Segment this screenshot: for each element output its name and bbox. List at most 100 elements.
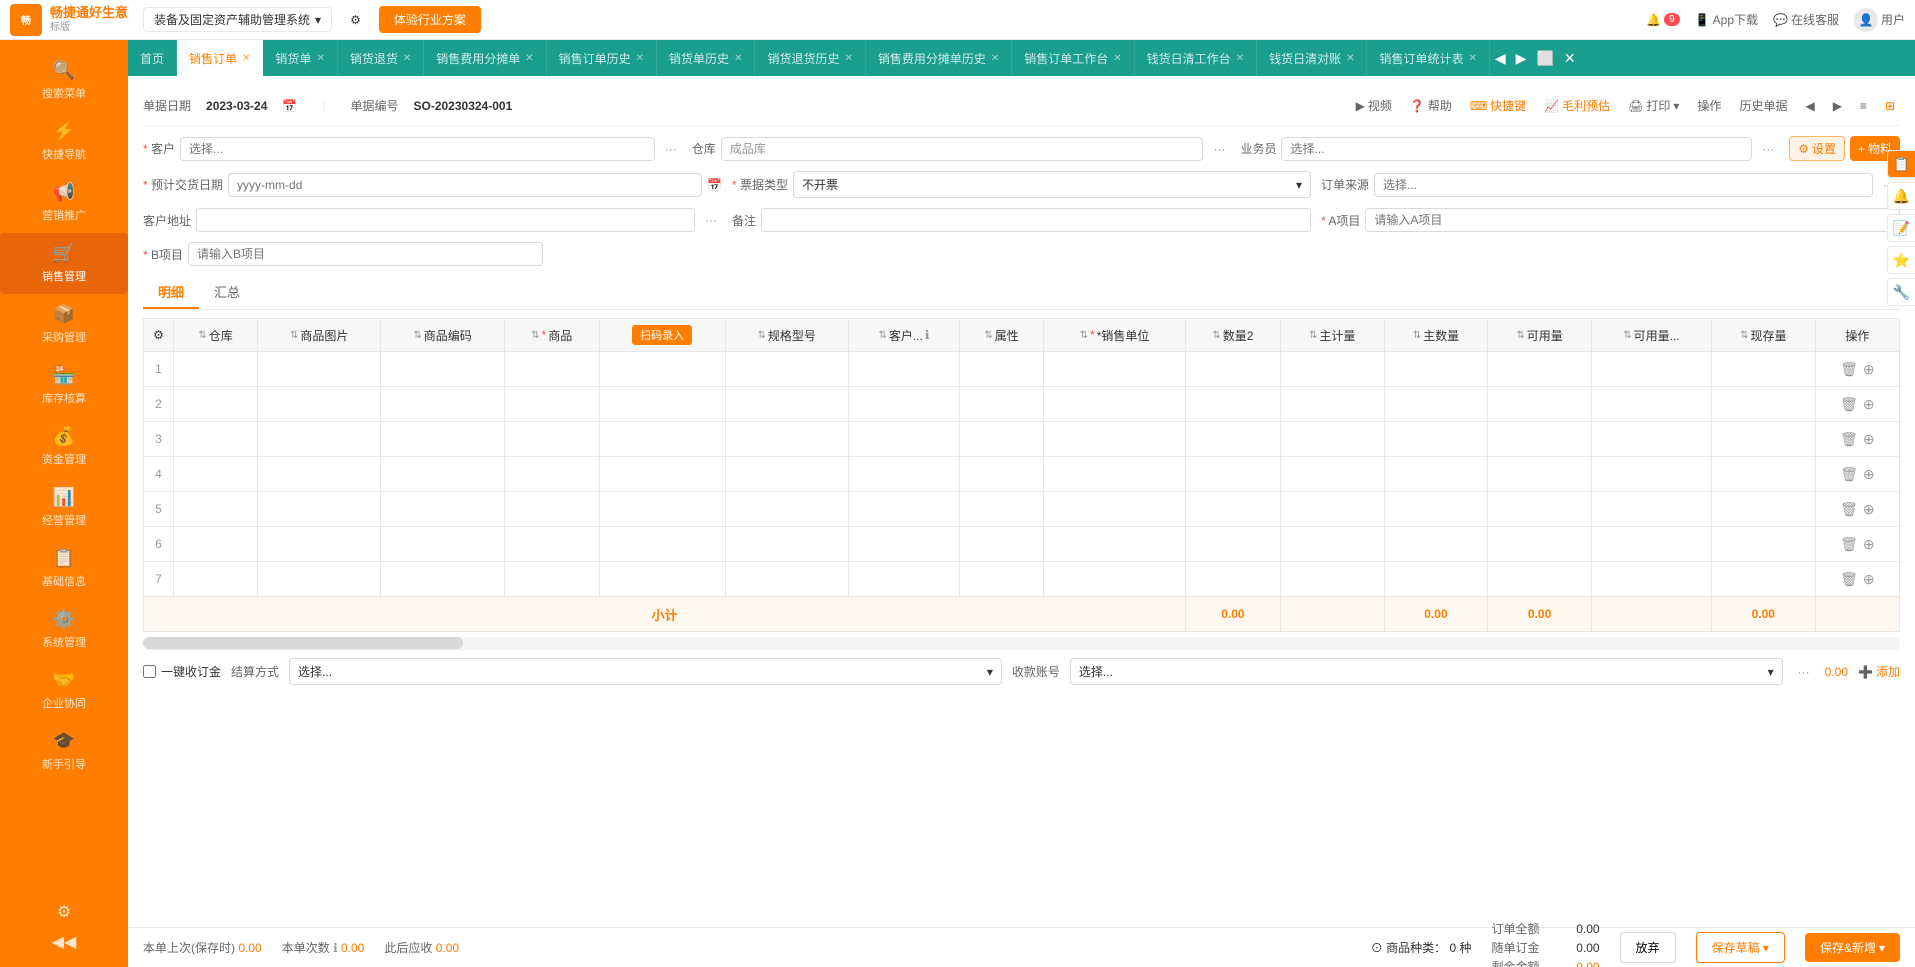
row-stock[interactable]: [1711, 527, 1815, 562]
tab-close-expense-history[interactable]: ✕: [991, 53, 999, 64]
row-stock[interactable]: [1711, 422, 1815, 457]
row-stock[interactable]: [1711, 492, 1815, 527]
row-qty2[interactable]: [1185, 492, 1280, 527]
row-warehouse[interactable]: [174, 492, 258, 527]
tab-close-sales-order[interactable]: ✕: [242, 53, 250, 64]
save-new-button[interactable]: 保存&新增 ▾: [1805, 933, 1900, 962]
tab-close-sales-return[interactable]: ✕: [316, 53, 324, 64]
row-sales-unit[interactable]: [1044, 562, 1186, 597]
sidebar-item-finance[interactable]: 💰 资金管理: [0, 416, 128, 477]
bank-account-select[interactable]: 选择... ▾: [1070, 658, 1783, 685]
row-attribute[interactable]: [960, 422, 1044, 457]
row-sales-unit[interactable]: [1044, 352, 1186, 387]
row-available[interactable]: [1488, 422, 1592, 457]
print-action[interactable]: 🖨 打印 ▾: [1623, 94, 1684, 117]
address-input[interactable]: [196, 208, 695, 232]
row-main-unit[interactable]: [1280, 457, 1384, 492]
b-project-input[interactable]: [188, 242, 543, 266]
sidebar-item-inventory[interactable]: 🏪 库存核算: [0, 355, 128, 416]
row-product[interactable]: [504, 422, 599, 457]
warehouse-more[interactable]: ···: [1208, 142, 1230, 156]
row-main-unit[interactable]: [1280, 492, 1384, 527]
row-stock[interactable]: [1711, 387, 1815, 422]
row-product[interactable]: [504, 457, 599, 492]
list-view[interactable]: ≡: [1855, 96, 1872, 116]
tab-close-refund-history[interactable]: ✕: [844, 53, 852, 64]
row-delete-btn[interactable]: 🗑: [1840, 431, 1858, 448]
row-qty2[interactable]: [1185, 457, 1280, 492]
sidebar-item-marketing[interactable]: 📢 营销推广: [0, 172, 128, 233]
row-delete-btn[interactable]: 🗑: [1840, 466, 1858, 483]
sidebar-item-operations[interactable]: 📊 经营管理: [0, 477, 128, 538]
row-product-img[interactable]: [258, 387, 381, 422]
float-btn-4[interactable]: ⭐: [1887, 246, 1915, 274]
order-source-input[interactable]: [1374, 173, 1873, 197]
row-available[interactable]: [1488, 527, 1592, 562]
tab-detail[interactable]: 明细: [143, 276, 199, 309]
discard-button[interactable]: 放弃: [1620, 932, 1676, 963]
tab-cash-workbench[interactable]: 钱货日清工作台 ✕: [1135, 40, 1257, 76]
row-stock[interactable]: [1711, 457, 1815, 492]
tab-order-stats[interactable]: 销售订单统计表 ✕: [1367, 40, 1489, 76]
tab-order-workbench[interactable]: 销售订单工作台 ✕: [1012, 40, 1134, 76]
row-attribute[interactable]: [960, 457, 1044, 492]
row-product-img[interactable]: [258, 562, 381, 597]
sidebar-item-search[interactable]: 🔍 搜索菜单: [0, 50, 128, 111]
settings-icon[interactable]: ⚙: [347, 10, 364, 30]
row-product-code[interactable]: [381, 457, 504, 492]
operation-action[interactable]: 操作: [1692, 94, 1726, 117]
tab-more[interactable]: ⬜: [1531, 50, 1558, 67]
row-main-unit[interactable]: [1280, 562, 1384, 597]
row-main-qty[interactable]: [1384, 457, 1488, 492]
tab-close-cash-reconcile[interactable]: ✕: [1346, 53, 1354, 64]
row-available2[interactable]: [1591, 457, 1711, 492]
tab-home[interactable]: 首页: [128, 40, 177, 76]
prev-record[interactable]: ◀: [1800, 96, 1819, 116]
sidebar-item-purchase[interactable]: 📦 采购管理: [0, 294, 128, 355]
shortcut-action[interactable]: ⌨ 快捷键: [1465, 94, 1531, 117]
float-btn-2[interactable]: 🔔: [1887, 182, 1915, 210]
row-attribute[interactable]: [960, 352, 1044, 387]
row-attribute[interactable]: [960, 527, 1044, 562]
row-stock[interactable]: [1711, 352, 1815, 387]
float-btn-1[interactable]: 📋: [1887, 150, 1915, 178]
row-product-code[interactable]: [381, 352, 504, 387]
tab-refund-history[interactable]: 销货退货历史 ✕: [755, 40, 865, 76]
row-available2[interactable]: [1591, 387, 1711, 422]
row-customer-code[interactable]: [848, 422, 959, 457]
next-record[interactable]: ▶: [1828, 96, 1847, 116]
system-selector[interactable]: 装备及固定资产辅助管理系统 ▾: [143, 7, 332, 32]
row-customer-code[interactable]: [848, 352, 959, 387]
staff-input[interactable]: [1281, 137, 1752, 161]
invoice-type-select[interactable]: 不开票 ▾: [793, 171, 1311, 198]
setup-button[interactable]: ⚙ 设置: [1789, 136, 1845, 161]
online-service[interactable]: 💬 在线客服: [1773, 11, 1839, 28]
row-main-unit[interactable]: [1280, 422, 1384, 457]
row-copy-btn[interactable]: ⊕: [1863, 361, 1875, 378]
row-stock[interactable]: [1711, 562, 1815, 597]
row-attribute[interactable]: [960, 387, 1044, 422]
tab-close-all[interactable]: ✕: [1559, 50, 1581, 67]
row-product-code[interactable]: [381, 387, 504, 422]
customer-input[interactable]: [180, 137, 655, 161]
save-draft-button[interactable]: 保存草稿 ▾: [1696, 932, 1785, 963]
row-qty2[interactable]: [1185, 422, 1280, 457]
float-btn-3[interactable]: 📝: [1887, 214, 1915, 242]
sidebar-item-sales[interactable]: 🛒 销售管理: [0, 233, 128, 294]
row-customer-code[interactable]: [848, 457, 959, 492]
row-sales-unit[interactable]: [1044, 387, 1186, 422]
row-main-qty[interactable]: [1384, 492, 1488, 527]
row-qty2[interactable]: [1185, 387, 1280, 422]
row-spec[interactable]: [725, 562, 848, 597]
row-product-img[interactable]: [258, 527, 381, 562]
tab-return-history[interactable]: 销货单历史 ✕: [657, 40, 755, 76]
profit-action[interactable]: 📈 毛利预估: [1539, 94, 1615, 117]
row-product[interactable]: [504, 352, 599, 387]
row-customer-code[interactable]: [848, 527, 959, 562]
row-warehouse[interactable]: [174, 422, 258, 457]
bank-more[interactable]: ···: [1793, 665, 1815, 679]
row-attribute[interactable]: [960, 492, 1044, 527]
row-spec[interactable]: [725, 492, 848, 527]
row-available[interactable]: [1488, 387, 1592, 422]
row-spec[interactable]: [725, 387, 848, 422]
